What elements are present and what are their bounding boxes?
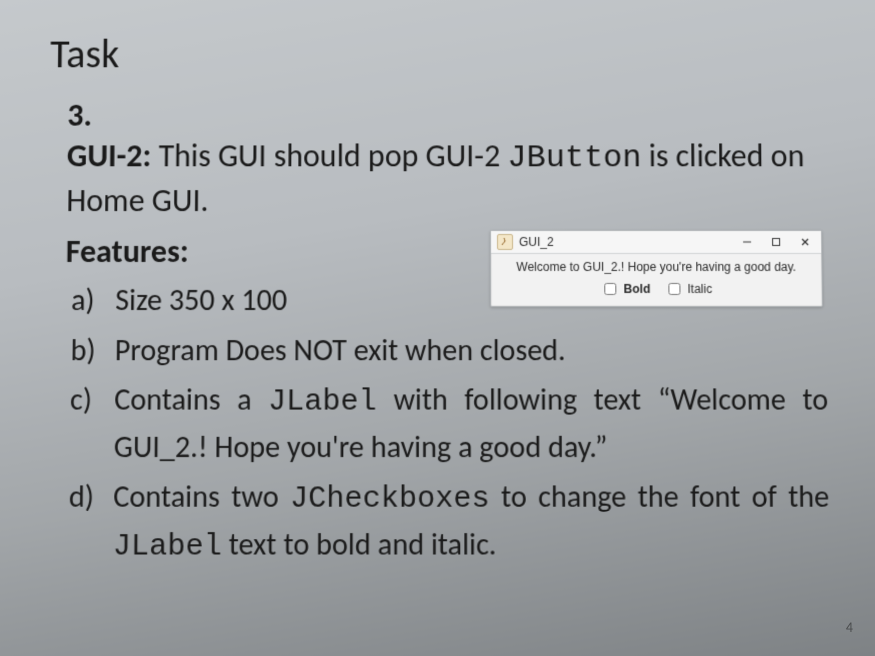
italic-checkbox[interactable] [668, 283, 680, 295]
feature-letter-d: d) [69, 476, 95, 520]
jlabel-code-2: JLabel [113, 530, 222, 565]
feature-d-post: text to bold and italic. [222, 526, 497, 564]
list-item-3: 3. GUI-2: This GUI should pop GUI-2 JBut… [62, 96, 831, 576]
gui2-window: GUI_2 Welcome to GUI_2.! Hope you're hav… [490, 230, 823, 307]
feature-a: a) Size 350 x 100 [71, 279, 490, 323]
features-heading: Features: [66, 232, 491, 271]
item-body: GUI-2: This GUI should pop GUI-2 JButton… [62, 135, 830, 577]
feature-letter-b: b) [70, 329, 95, 373]
document-page: Task 3. GUI-2: This GUI should pop GUI-2… [0, 2, 875, 613]
gui2-window-title: GUI_2 [519, 235, 732, 249]
gui2-body: Welcome to GUI_2.! Hope you're having a … [491, 254, 822, 306]
feature-d-pre: Contains two [113, 479, 290, 517]
bold-checkbox[interactable] [605, 283, 617, 295]
gui2-titlebar: GUI_2 [491, 231, 821, 254]
jcheckboxes-code: JCheckboxes [290, 483, 490, 517]
italic-text: Italic [687, 282, 712, 296]
close-button[interactable] [790, 233, 819, 251]
italic-checkbox-label[interactable]: Italic [664, 280, 712, 298]
feature-c-pre: Contains a [114, 382, 268, 419]
features-row: Features: a) Size 350 x 100 GUI_ [65, 228, 827, 329]
jlabel-code-1: JLabel [268, 386, 377, 420]
item-main-sentence: GUI-2: This GUI should pop GUI-2 JButton… [66, 135, 826, 223]
feature-letter-c: c) [70, 379, 92, 423]
bold-text: Bold [624, 282, 651, 296]
task-heading: Task [50, 30, 825, 78]
minimize-button[interactable] [732, 233, 761, 251]
feature-a-text: Size 350 x 100 [115, 282, 287, 319]
gui2-welcome-label: Welcome to GUI_2.! Hope you're having a … [501, 260, 811, 274]
bold-checkbox-label[interactable]: Bold [601, 280, 651, 298]
gui2-checkbox-row: Bold Italic [501, 280, 812, 298]
feature-b: b) Program Does NOT exit when closed. [70, 329, 827, 373]
main-text-1: This GUI should pop GUI-2 [151, 137, 507, 176]
java-app-icon [497, 234, 513, 250]
page-number: 4 [846, 619, 853, 636]
item-number: 3. [67, 96, 101, 135]
feature-b-text: Program Does NOT exit when closed. [115, 332, 566, 369]
feature-letter-a: a) [71, 279, 95, 323]
feature-d-mid: to change the font of the [490, 479, 830, 517]
maximize-button[interactable] [761, 233, 790, 251]
gui2-label: GUI-2: [67, 137, 152, 176]
feature-c: c) Contains a JLabel with following text… [69, 379, 829, 470]
jbutton-code: JButton [507, 139, 641, 176]
feature-d: d) Contains two JCheckboxes to change th… [68, 476, 830, 570]
